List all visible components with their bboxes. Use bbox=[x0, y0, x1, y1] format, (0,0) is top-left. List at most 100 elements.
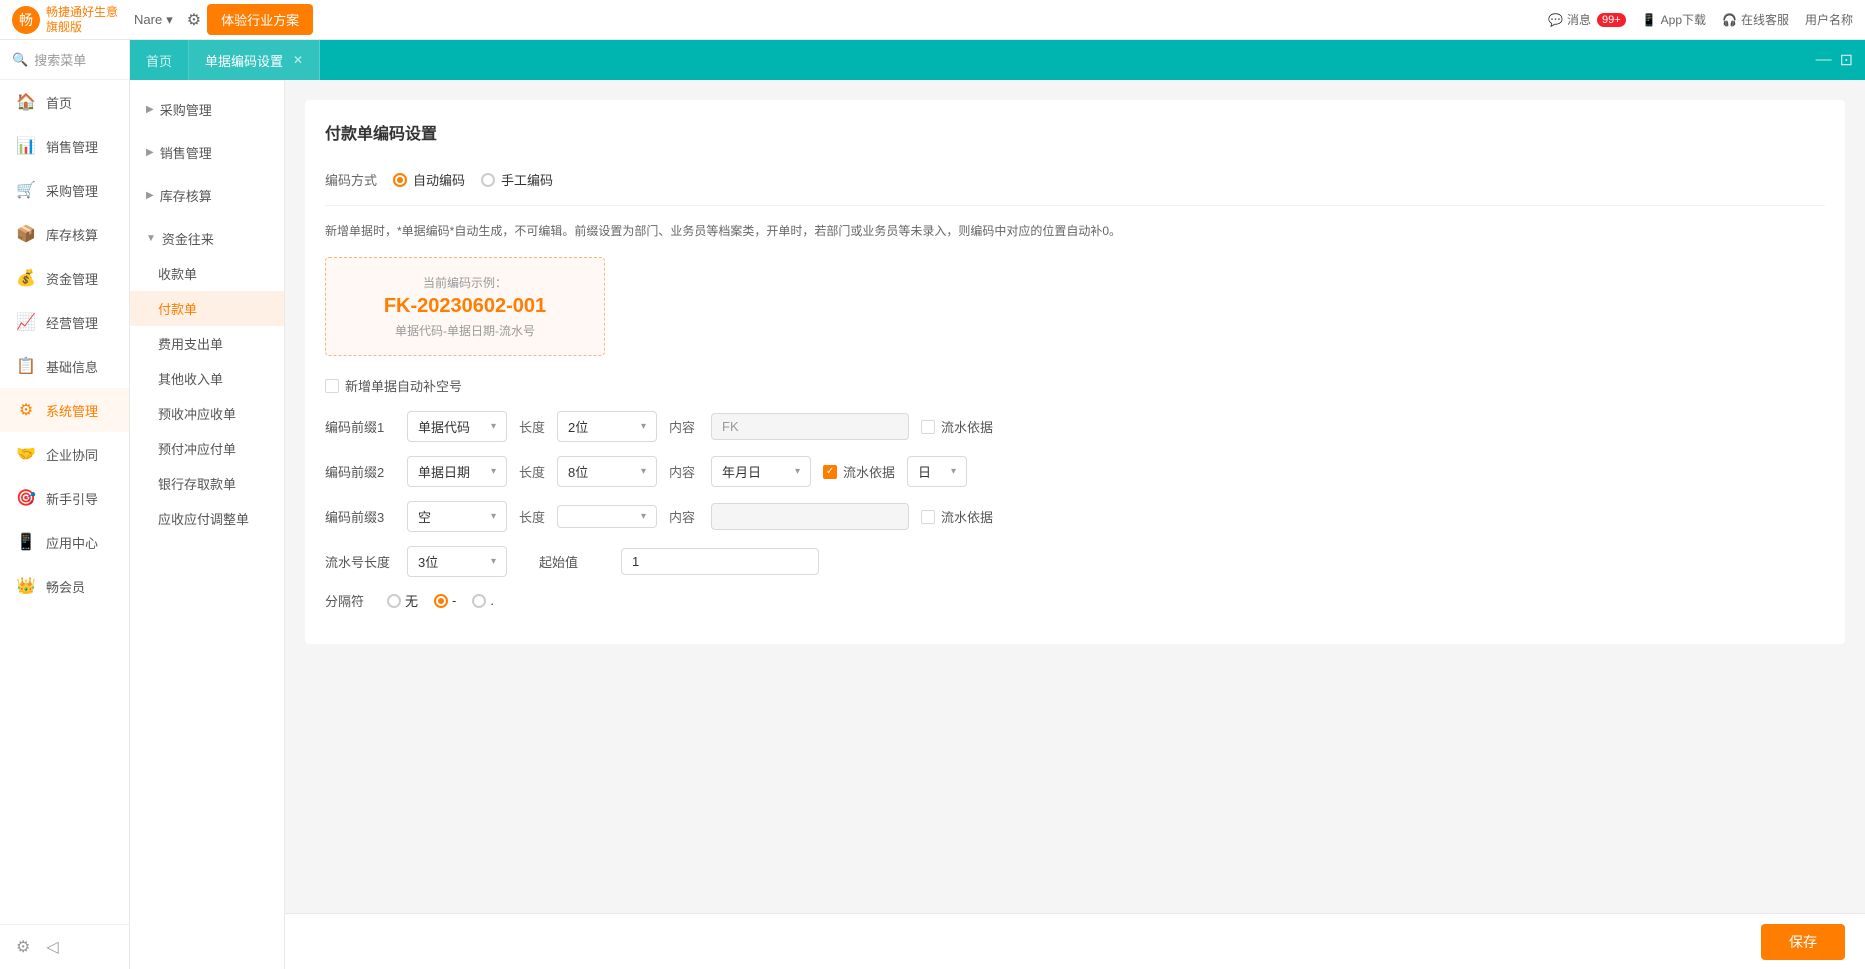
sep-dot-radio[interactable] bbox=[472, 594, 486, 608]
tab-bill-code[interactable]: 单据编码设置 ✕ bbox=[189, 40, 320, 80]
serial3-checkbox[interactable] bbox=[921, 510, 935, 524]
prefix1-label: 编码前缀1 bbox=[325, 417, 395, 436]
sub-sidebar: ▶ 采购管理 ▶ 销售管理 ▶ 库存核算 ▼ 资金往来 收款单 付款单 费用支出… bbox=[130, 80, 285, 969]
page-title: 付款单编码设置 bbox=[325, 120, 1825, 144]
prefix2-label: 编码前缀2 bbox=[325, 462, 395, 481]
gear-icon[interactable]: ⚙ bbox=[187, 10, 201, 30]
sep-none-radio[interactable] bbox=[387, 594, 401, 608]
settings-bottom-icon[interactable]: ⚙ bbox=[16, 937, 30, 957]
sidebar-item-cooperation[interactable]: 🤝 企业协同 bbox=[0, 432, 129, 476]
sub-item-expense[interactable]: 费用支出单 bbox=[130, 326, 284, 361]
arrow-right-icon3: ▶ bbox=[146, 190, 154, 201]
sep-none-option[interactable]: 无 bbox=[387, 591, 418, 610]
content1-label: 内容 bbox=[669, 417, 699, 436]
length2-select[interactable]: 8位 ▾ bbox=[557, 456, 657, 487]
logo: 畅 畅捷通好生意 旗舰版 bbox=[12, 5, 118, 34]
manual-code-radio[interactable] bbox=[481, 173, 495, 187]
sidebar-search[interactable]: 🔍 搜索菜单 bbox=[0, 40, 129, 80]
tab-home-label: 首页 bbox=[146, 51, 172, 70]
prefix3-arrow: ▾ bbox=[491, 511, 496, 522]
sep-dash-option[interactable]: - bbox=[434, 593, 456, 608]
auto-code-label: 自动编码 bbox=[413, 170, 465, 189]
serial2-checkbox[interactable]: ✓ bbox=[823, 465, 837, 479]
sub-group-purchase-header[interactable]: ▶ 采购管理 bbox=[130, 92, 284, 127]
tab-home[interactable]: 首页 bbox=[130, 40, 189, 80]
sub-group-inventory-header[interactable]: ▶ 库存核算 bbox=[130, 178, 284, 213]
sub-item-receipt[interactable]: 收款单 bbox=[130, 256, 284, 291]
online-service-item[interactable]: 🎧 在线客服 bbox=[1722, 11, 1789, 28]
prefix1-select[interactable]: 单据代码 ▾ bbox=[407, 411, 507, 442]
minimize-icon[interactable]: — bbox=[1816, 51, 1832, 69]
serial1-checkbox-row: 流水依据 bbox=[921, 417, 993, 436]
serial-length-arrow: ▾ bbox=[491, 556, 496, 567]
sidebar-item-purchase[interactable]: 🛒 采购管理 bbox=[0, 168, 129, 212]
sub-group-sales-header[interactable]: ▶ 销售管理 bbox=[130, 135, 284, 170]
auto-fill-row: 新增单据自动补空号 bbox=[325, 376, 1825, 395]
serial-length-select[interactable]: 3位 ▾ bbox=[407, 546, 507, 577]
start-value-input[interactable] bbox=[621, 548, 819, 575]
sidebar-item-home[interactable]: 🏠 首页 bbox=[0, 80, 129, 124]
arrow-right-icon2: ▶ bbox=[146, 147, 154, 158]
serial-length-label: 流水号长度 bbox=[325, 552, 395, 571]
tab-close-icon[interactable]: ✕ bbox=[293, 53, 303, 67]
serial1-checkbox[interactable] bbox=[921, 420, 935, 434]
serial-length-row: 流水号长度 3位 ▾ 起始值 bbox=[325, 546, 1825, 577]
length1-select[interactable]: 2位 ▾ bbox=[557, 411, 657, 442]
sep-dash-radio[interactable] bbox=[434, 594, 448, 608]
prefix3-select[interactable]: 空 ▾ bbox=[407, 501, 507, 532]
sub-group-capital-header[interactable]: ▼ 资金往来 bbox=[130, 221, 284, 256]
sub-item-bank[interactable]: 银行存取款单 bbox=[130, 466, 284, 501]
sidebar-item-finance[interactable]: 💰 资金管理 bbox=[0, 256, 129, 300]
industry-button[interactable]: 体验行业方案 bbox=[207, 4, 313, 35]
prefix3-label: 编码前缀3 bbox=[325, 507, 395, 526]
content2-select[interactable]: 年月日 ▾ bbox=[711, 456, 811, 487]
content2-arrow: ▾ bbox=[795, 466, 800, 477]
sub-group-inventory-label: 库存核算 bbox=[160, 186, 212, 205]
sidebar-item-basic[interactable]: 📋 基础信息 bbox=[0, 344, 129, 388]
auto-code-option[interactable]: 自动编码 bbox=[393, 170, 465, 189]
search-icon: 🔍 bbox=[12, 52, 28, 68]
sep-dot-option[interactable]: . bbox=[472, 593, 494, 608]
collapse-icon[interactable]: ◁ bbox=[46, 937, 58, 957]
basic-icon: 📋 bbox=[16, 356, 36, 376]
settings-card: 付款单编码设置 编码方式 自动编码 手工编码 新增单据时，*单据编码*自动生成，… bbox=[305, 100, 1845, 644]
sub-item-adjust[interactable]: 应收应付调整单 bbox=[130, 501, 284, 536]
sub-item-pre-payment[interactable]: 预付冲应付单 bbox=[130, 431, 284, 466]
top-bar-nav: Nare ▾ ⚙ 体验行业方案 bbox=[126, 4, 313, 35]
sidebar-item-sales[interactable]: 📊 销售管理 bbox=[0, 124, 129, 168]
sidebar-item-guide[interactable]: 🎯 新手引导 bbox=[0, 476, 129, 520]
sidebar: 🔍 搜索菜单 🏠 首页 📊 销售管理 🛒 采购管理 📦 库存核算 💰 资金管理 … bbox=[0, 40, 130, 969]
serial2-unit-select[interactable]: 日 ▾ bbox=[907, 456, 967, 487]
maximize-icon[interactable]: ⊡ bbox=[1840, 50, 1853, 70]
prefix2-select[interactable]: 单据日期 ▾ bbox=[407, 456, 507, 487]
sidebar-item-inventory[interactable]: 📦 库存核算 bbox=[0, 212, 129, 256]
sidebar-item-guide-label: 新手引导 bbox=[46, 489, 98, 508]
content3-label: 内容 bbox=[669, 507, 699, 526]
auto-fill-checkbox[interactable] bbox=[325, 379, 339, 393]
serial2-unit-arrow: ▾ bbox=[951, 466, 956, 477]
sidebar-item-member[interactable]: 👑 畅会员 bbox=[0, 564, 129, 608]
app-icon: 📱 bbox=[1642, 13, 1657, 27]
app-download-item[interactable]: 📱 App下载 bbox=[1642, 11, 1706, 28]
user-name[interactable]: 用户名称 bbox=[1805, 11, 1853, 28]
serial2-checkbox-row: ✓ 流水依据 bbox=[823, 462, 895, 481]
sub-item-payment[interactable]: 付款单 bbox=[130, 291, 284, 326]
manual-code-option[interactable]: 手工编码 bbox=[481, 170, 553, 189]
serial3-checkbox-row: 流水依据 bbox=[921, 507, 993, 526]
save-button[interactable]: 保存 bbox=[1761, 924, 1845, 960]
headset-icon: 🎧 bbox=[1722, 13, 1737, 27]
sub-item-other-income[interactable]: 其他收入单 bbox=[130, 361, 284, 396]
sidebar-item-system[interactable]: ⚙ 系统管理 bbox=[0, 388, 129, 432]
sidebar-item-app[interactable]: 📱 应用中心 bbox=[0, 520, 129, 564]
length2-label: 长度 bbox=[519, 462, 545, 481]
message-item[interactable]: 💬 消息 99+ bbox=[1548, 11, 1626, 28]
sidebar-item-business[interactable]: 📈 经营管理 bbox=[0, 300, 129, 344]
nav-dropdown[interactable]: Nare ▾ bbox=[126, 8, 181, 32]
sub-item-pre-receipt[interactable]: 预收冲应收单 bbox=[130, 396, 284, 431]
content2-value: 年月日 bbox=[722, 462, 761, 481]
prefix1-row: 编码前缀1 单据代码 ▾ 长度 2位 ▾ 内容 流水依据 bbox=[325, 411, 1825, 442]
serial3-label: 流水依据 bbox=[941, 507, 993, 526]
auto-code-radio[interactable] bbox=[393, 173, 407, 187]
member-icon: 👑 bbox=[16, 576, 36, 596]
length3-select[interactable]: ▾ bbox=[557, 505, 657, 528]
